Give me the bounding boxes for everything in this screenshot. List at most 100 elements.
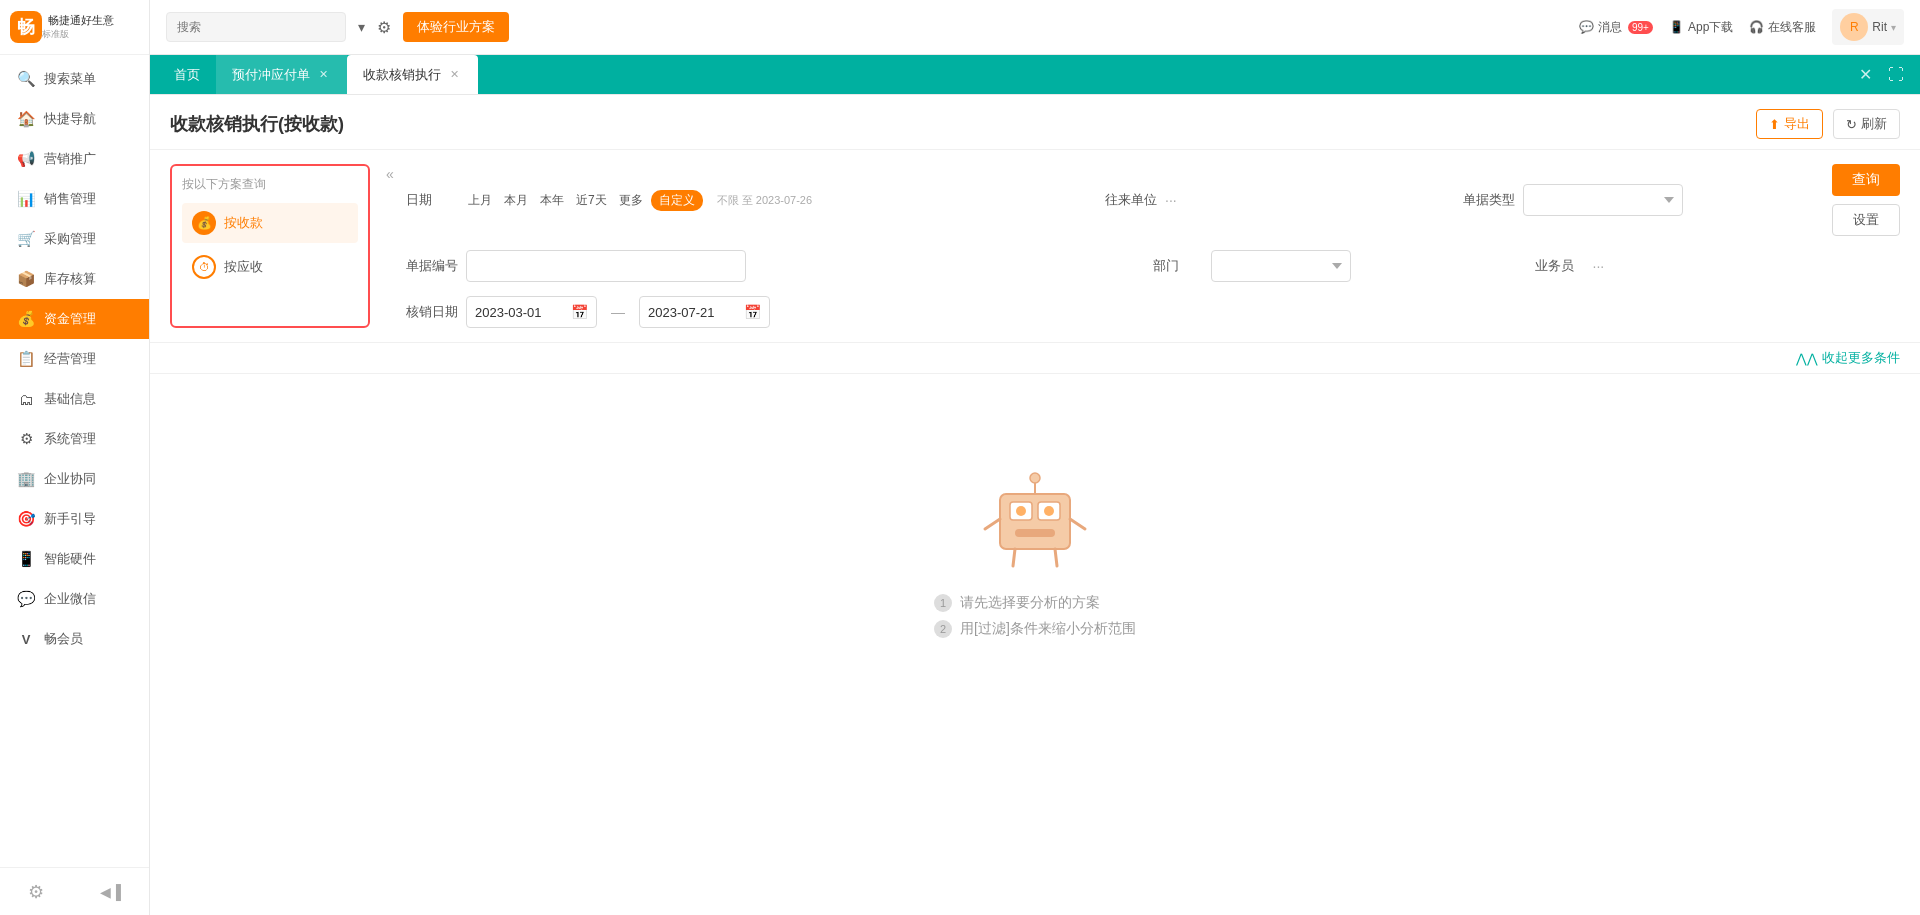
filter-type-receipt[interactable]: 💰 按收款	[182, 203, 358, 243]
app-download-label: App下载	[1688, 19, 1733, 36]
empty-tips: 1 请先选择要分析的方案 2 用[过滤]条件来缩小分析范围	[934, 594, 1136, 638]
sidebar-item-vip[interactable]: V 畅会员	[0, 619, 149, 659]
sidebar-item-sales[interactable]: 📊 销售管理	[0, 179, 149, 219]
sidebar-item-quick-nav[interactable]: 🏠 快捷导航	[0, 99, 149, 139]
department-select[interactable]	[1211, 250, 1351, 282]
tip-num-2: 2	[934, 620, 952, 638]
page-container: 收款核销执行(按收款) ⬆ 导出 ↻ 刷新 按以下方案查询	[150, 95, 1920, 915]
shortcut-more[interactable]: 更多	[615, 190, 647, 211]
enterprise-icon: 🏢	[16, 469, 36, 489]
setting-btn[interactable]: 设置	[1832, 204, 1900, 236]
filter-collapse-btn[interactable]: «	[386, 164, 406, 328]
sidebar-item-hardware[interactable]: 📱 智能硬件	[0, 539, 149, 579]
shortcut-custom[interactable]: 自定义	[651, 190, 703, 211]
counterpart-field: 往来单位 ···	[1105, 191, 1447, 209]
avatar: R	[1840, 13, 1868, 41]
empty-tip-2-text: 用[过滤]条件来缩小分析范围	[960, 620, 1136, 638]
sidebar-label-hardware: 智能硬件	[44, 550, 96, 568]
header-right: 💬 消息 99+ 📱 App下载 🎧 在线客服 R Rit ▾	[1579, 9, 1904, 45]
shortcut-last-month[interactable]: 上月	[464, 190, 496, 211]
online-service-item[interactable]: 🎧 在线客服	[1749, 19, 1816, 36]
counterpart-select[interactable]: ···	[1165, 192, 1177, 208]
header-gear-btn[interactable]: ⚙	[377, 18, 391, 37]
user-dropdown-icon: ▾	[1891, 22, 1896, 33]
refresh-btn[interactable]: ↻ 刷新	[1833, 109, 1900, 139]
doc-number-field: 单据编号	[406, 250, 1137, 282]
sidebar-item-finance[interactable]: 💰 资金管理	[0, 299, 149, 339]
staff-label: 业务员	[1535, 257, 1585, 275]
app-download-icon: 📱	[1669, 20, 1684, 34]
message-badge: 99+	[1628, 21, 1653, 34]
department-field: 部门	[1153, 250, 1519, 282]
query-btn[interactable]: 查询	[1832, 164, 1900, 196]
purchase-icon: 🛒	[16, 229, 36, 249]
sidebar-item-enterprise[interactable]: 🏢 企业协同	[0, 459, 149, 499]
sidebar-label-basic-info: 基础信息	[44, 390, 96, 408]
sidebar-item-basic-info[interactable]: 🗂 基础信息	[0, 379, 149, 419]
tab-maximize-btn[interactable]: ⛶	[1884, 62, 1908, 88]
marketing-icon: 📢	[16, 149, 36, 169]
sidebar-item-marketing[interactable]: 📢 营销推广	[0, 139, 149, 179]
sidebar: 畅 畅捷通好生意 标准版 🔍 搜索菜单 🏠 快捷导航 📢 营销推广 📊 销售管理…	[0, 0, 150, 915]
sidebar-item-wechat[interactable]: 💬 企业微信	[0, 579, 149, 619]
doc-number-input[interactable]	[466, 250, 746, 282]
verify-date-field: 核销日期 📅 — 📅	[406, 296, 1900, 328]
tab-collection-close[interactable]: ✕	[447, 67, 462, 82]
staff-select[interactable]: ···	[1593, 258, 1605, 274]
solution-btn[interactable]: 体验行业方案	[403, 12, 509, 42]
collapse-more-btn[interactable]: ⋀⋀ 收起更多条件	[1796, 349, 1900, 367]
tab-bar: 首页 预付冲应付单 ✕ 收款核销执行 ✕ ✕ ⛶	[150, 55, 1920, 95]
svg-rect-5	[1015, 529, 1055, 537]
filter-row-1: 日期 上月 本月 本年 近7天 更多 自定义	[406, 164, 1900, 236]
tab-home-label: 首页	[174, 66, 200, 84]
sidebar-label-marketing: 营销推广	[44, 150, 96, 168]
empty-tip-2: 2 用[过滤]条件来缩小分析范围	[934, 620, 1136, 638]
operations-icon: 📋	[16, 349, 36, 369]
verify-date-end-calendar-icon[interactable]: 📅	[744, 304, 761, 320]
sidebar-item-guide[interactable]: 🎯 新手引导	[0, 499, 149, 539]
filter-type-receivable[interactable]: ⏱ 按应收	[182, 247, 358, 287]
tab-prepay[interactable]: 预付冲应付单 ✕	[216, 55, 347, 94]
refresh-label: 刷新	[1861, 115, 1887, 133]
date-range-separator: —	[611, 304, 625, 320]
collapse-sidebar-icon[interactable]: ◀▐	[96, 880, 125, 904]
tab-collection[interactable]: 收款核销执行 ✕	[347, 55, 478, 94]
tab-home[interactable]: 首页	[158, 55, 216, 94]
user-area[interactable]: R Rit ▾	[1832, 9, 1904, 45]
date-shortcuts: 上月 本月 本年 近7天 更多 自定义	[464, 190, 703, 211]
filter-section-title: 按以下方案查询	[182, 176, 358, 193]
department-label: 部门	[1153, 257, 1203, 275]
sidebar-label-quick-nav: 快捷导航	[44, 110, 96, 128]
settings-bottom-icon[interactable]: ⚙	[24, 877, 48, 907]
sidebar-item-system[interactable]: ⚙ 系统管理	[0, 419, 149, 459]
shortcut-7days[interactable]: 近7天	[572, 190, 611, 211]
sidebar-label-system: 系统管理	[44, 430, 96, 448]
sidebar-item-inventory[interactable]: 📦 库存核算	[0, 259, 149, 299]
sidebar-label-wechat: 企业微信	[44, 590, 96, 608]
header-dropdown-btn[interactable]: ▾	[358, 19, 365, 35]
tab-prepay-close[interactable]: ✕	[316, 67, 331, 82]
filter-more-area: ⋀⋀ 收起更多条件	[150, 343, 1920, 374]
date-group: 上月 本月 本年 近7天 更多 自定义 不限 至 2023-07-26	[464, 190, 1089, 211]
sidebar-logo: 畅 畅捷通好生意 标准版	[0, 0, 149, 55]
app-download-item[interactable]: 📱 App下载	[1669, 19, 1733, 36]
sidebar-item-operations[interactable]: 📋 经营管理	[0, 339, 149, 379]
export-btn[interactable]: ⬆ 导出	[1756, 109, 1823, 139]
verify-date-start-input[interactable]	[475, 305, 565, 320]
verify-date-end-input[interactable]	[648, 305, 738, 320]
doc-type-select[interactable]	[1523, 184, 1683, 216]
date-field: 日期 上月 本月 本年 近7天 更多 自定义	[406, 190, 1089, 211]
sidebar-menu: 🔍 搜索菜单 🏠 快捷导航 📢 营销推广 📊 销售管理 🛒 采购管理 📦 库存核…	[0, 55, 149, 867]
sidebar-item-search[interactable]: 🔍 搜索菜单	[0, 59, 149, 99]
header-search-input[interactable]	[166, 12, 346, 42]
sidebar-item-purchase[interactable]: 🛒 采购管理	[0, 219, 149, 259]
shortcut-this-year[interactable]: 本年	[536, 190, 568, 211]
tab-close-all-btn[interactable]: ✕	[1855, 61, 1876, 88]
shortcut-this-month[interactable]: 本月	[500, 190, 532, 211]
message-item[interactable]: 💬 消息 99+	[1579, 19, 1653, 36]
doc-type-field: 单据类型	[1463, 184, 1805, 216]
empty-state: 1 请先选择要分析的方案 2 用[过滤]条件来缩小分析范围	[150, 374, 1920, 718]
sidebar-bottom: ⚙ ◀▐	[0, 867, 149, 915]
verify-date-start-calendar-icon[interactable]: 📅	[571, 304, 588, 320]
svg-line-11	[1055, 549, 1057, 566]
